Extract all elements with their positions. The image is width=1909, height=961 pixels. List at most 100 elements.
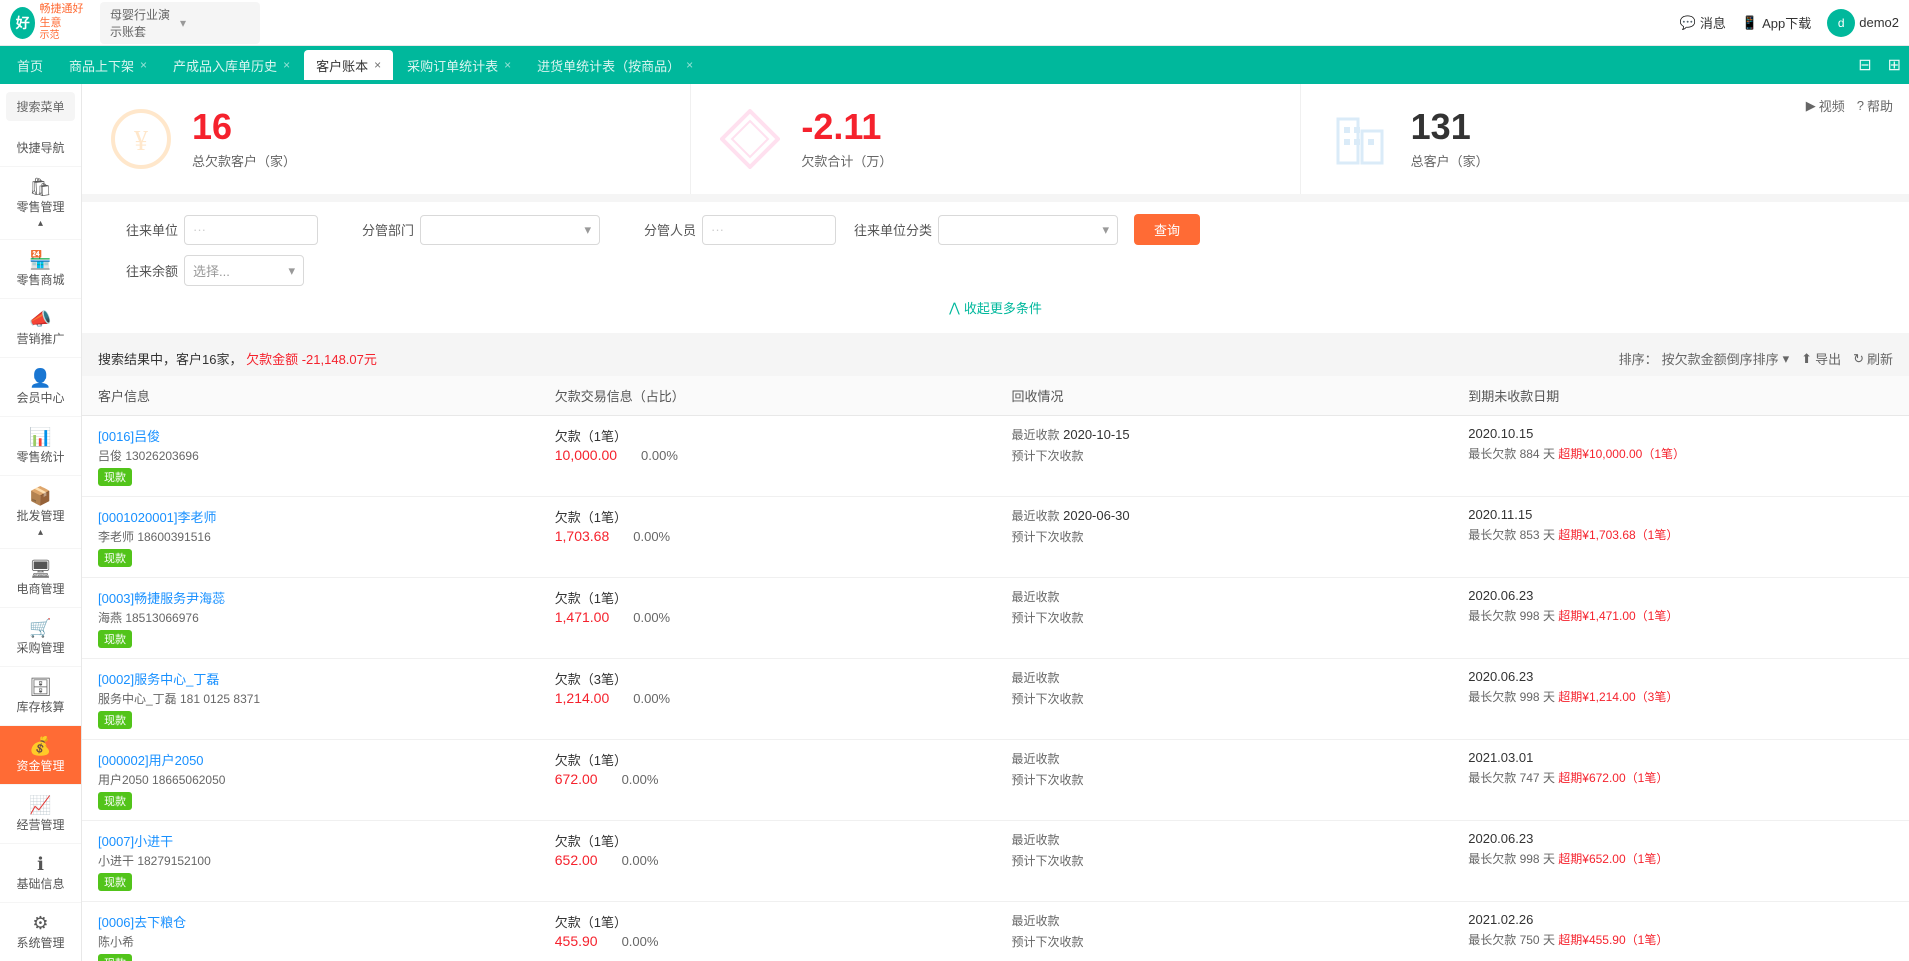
debt-pct-1: 0.00%: [633, 529, 670, 544]
tab-product-status[interactable]: 商品上下架 ×: [57, 50, 159, 80]
overdue-link-6[interactable]: 超期¥455.90（1笔）: [1558, 933, 1668, 947]
customer-name-link-3[interactable]: [0002]服务中心_丁磊: [98, 672, 219, 687]
collapse-filter-btn[interactable]: ⋀ 收起更多条件: [98, 294, 1893, 321]
refresh-btn[interactable]: ↻ 刷新: [1853, 349, 1893, 368]
sidebar-item-retail-mall[interactable]: 🏪 零售商城: [0, 240, 81, 299]
filter-area: 往来单位 ··· 分管部门 ▾ 分管人员 ···: [82, 202, 1909, 333]
message-btn[interactable]: 💬 消息: [1680, 13, 1726, 32]
customer-name-link-5[interactable]: [0007]小进干: [98, 834, 173, 849]
debt-pct-4: 0.00%: [622, 772, 659, 787]
sidebar-item-retail-mgmt[interactable]: 🛍 零售管理 ▴: [0, 167, 81, 240]
tab-product-history[interactable]: 产成品入库单历史 ×: [161, 50, 302, 80]
app-download-btn[interactable]: 📱 App下载: [1742, 13, 1811, 32]
tab-customer-account[interactable]: 客户账本 ×: [304, 50, 393, 80]
table-row: [0001020001]李老师 李老师 18600391516 现款 欠款（1笔…: [82, 497, 1909, 578]
overdue-link-0[interactable]: 超期¥10,000.00（1笔）: [1558, 447, 1685, 461]
overdue-link-2[interactable]: 超期¥1,471.00（1笔）: [1558, 609, 1678, 623]
td-debt-info-1: 欠款（1笔） 1,703.68 0.00%: [539, 497, 996, 577]
td-due-date-1: 2020.11.15 最长欠款 853 天 超期¥1,703.68（1笔）: [1452, 497, 1909, 577]
user-avatar-btn[interactable]: d demo2: [1827, 9, 1899, 37]
sidebar-item-capital[interactable]: 💰 资金管理: [0, 726, 81, 785]
manager-input[interactable]: ···: [702, 215, 836, 245]
tab-home[interactable]: 首页: [5, 50, 55, 80]
sidebar-search: 搜索菜单: [0, 84, 81, 129]
due-date-0: 2020.10.15: [1468, 426, 1893, 441]
table-row: [0006]去下粮仓 陈小希 现款 欠款（1笔） 455.90 0.00% 最近…: [82, 902, 1909, 961]
tab-close-product-history[interactable]: ×: [283, 58, 290, 72]
sort-select[interactable]: 排序： 按欠款金额倒序排序 ▾: [1619, 349, 1790, 368]
debt-amount-3: 1,214.00: [555, 690, 610, 706]
overdue-link-1[interactable]: 超期¥1,703.68（1笔）: [1558, 528, 1678, 542]
sidebar-item-marketing[interactable]: 📣 营销推广: [0, 299, 81, 358]
sidebar-item-retail-stats[interactable]: 📊 零售统计: [0, 417, 81, 476]
tab-close-product-status[interactable]: ×: [140, 58, 147, 72]
debt-amount-1: 1,703.68: [555, 528, 610, 544]
tab-bar: 首页 商品上下架 × 产成品入库单历史 × 客户账本 × 采购订单统计表 × 进…: [0, 46, 1909, 84]
chevron-down-icon: ▾: [1102, 222, 1109, 238]
company-selector[interactable]: 母婴行业演示账套 ▾: [100, 2, 260, 44]
sidebar-item-basic-info[interactable]: ℹ 基础信息: [0, 844, 81, 903]
card-body-debt-customers: 16 总欠款客户（家）: [192, 109, 296, 170]
sidebar-search-btn[interactable]: 搜索菜单: [6, 92, 75, 121]
result-bar: 搜索结果中，客户16家， 欠款金额 -21,148.07元 排序： 按欠款金额倒…: [82, 341, 1909, 376]
balance-select[interactable]: 选择... ▾: [184, 255, 304, 286]
export-btn[interactable]: ⬆ 导出: [1801, 349, 1841, 368]
debt-pct-3: 0.00%: [633, 691, 670, 706]
debt-count-3: 欠款（3笔）: [555, 669, 627, 688]
td-due-date-3: 2020.06.23 最长欠款 998 天 超期¥1,214.00（3笔）: [1452, 659, 1909, 739]
unit-category-label: 往来单位分类: [852, 220, 932, 239]
table-row: [0003]畅捷服务尹海蕊 海燕 18513066976 现款 欠款（1笔） 1…: [82, 578, 1909, 659]
debt-amount-5: 652.00: [555, 852, 598, 868]
sidebar-item-operations[interactable]: 📈 经营管理: [0, 785, 81, 844]
overdue-link-3[interactable]: 超期¥1,214.00（3笔）: [1558, 690, 1678, 704]
video-icon: ▶: [1806, 98, 1816, 114]
tab-close-inventory-stats[interactable]: ×: [686, 58, 693, 72]
td-customer-info-5: [0007]小进干 小进干 18279152100 现款: [82, 821, 539, 901]
td-due-date-6: 2021.02.26 最长欠款 750 天 超期¥455.90（1笔）: [1452, 902, 1909, 961]
tab-inventory-stats[interactable]: 进货单统计表（按商品） ×: [525, 50, 705, 80]
help-icon: ?: [1857, 98, 1864, 113]
result-actions: 排序： 按欠款金额倒序排序 ▾ ⬆ 导出 ↻ 刷新: [1619, 349, 1893, 368]
sidebar-item-quick-nav[interactable]: 快捷导航: [0, 129, 81, 167]
tab-expand-btn[interactable]: ⊞: [1884, 55, 1905, 75]
td-recovery-5: 最近收款 预计下次收款: [996, 821, 1453, 901]
tab-purchase-order[interactable]: 采购订单统计表 ×: [395, 50, 523, 80]
customer-name-link-1[interactable]: [0001020001]李老师: [98, 510, 217, 525]
customer-name-link-6[interactable]: [0006]去下粮仓: [98, 915, 186, 930]
td-debt-info-6: 欠款（1笔） 455.90 0.00%: [539, 902, 996, 961]
logo-area: 好 畅捷通好生意 示范: [10, 3, 92, 41]
tab-close-customer-account[interactable]: ×: [374, 58, 381, 72]
logo-icon: 好: [10, 7, 35, 39]
overdue-link-5[interactable]: 超期¥652.00（1笔）: [1558, 852, 1668, 866]
tab-collapse-btn[interactable]: ⊟: [1854, 55, 1875, 75]
customer-name-link-0[interactable]: [0016]吕俊: [98, 429, 160, 444]
help-btn[interactable]: ? 帮助: [1857, 96, 1893, 115]
debt-amount-6: 455.90: [555, 933, 598, 949]
total-customers-number: 131: [1411, 109, 1489, 145]
customer-name-link-4[interactable]: [000002]用户2050: [98, 753, 204, 768]
customer-type-badge-5: 现款: [98, 873, 132, 891]
sidebar-item-system[interactable]: ⚙ 系统管理: [0, 903, 81, 961]
sidebar-item-ecommerce[interactable]: 🖥 电商管理: [0, 549, 81, 608]
sidebar-item-inventory[interactable]: 🗄 库存核算: [0, 667, 81, 726]
table-row: [000002]用户2050 用户2050 18665062050 现款 欠款（…: [82, 740, 1909, 821]
dept-select[interactable]: ▾: [420, 215, 600, 245]
overdue-link-4[interactable]: 超期¥672.00（1笔）: [1558, 771, 1668, 785]
sidebar-item-member[interactable]: 👤 会员中心: [0, 358, 81, 417]
chevron-down-icon: ▾: [288, 263, 295, 279]
customer-type-badge-3: 现款: [98, 711, 132, 729]
sidebar: 搜索菜单 快捷导航 🛍 零售管理 ▴ 🏪 零售商城 📣 营销推广 👤 会员中心 …: [0, 84, 82, 961]
source-unit-input[interactable]: ···: [184, 215, 318, 245]
customer-type-badge-6: 现款: [98, 954, 132, 961]
video-help-btn[interactable]: ▶ 视频: [1806, 96, 1845, 115]
search-button[interactable]: 查询: [1134, 214, 1200, 245]
td-customer-info-4: [000002]用户2050 用户2050 18665062050 现款: [82, 740, 539, 820]
td-debt-info-0: 欠款（1笔） 10,000.00 0.00%: [539, 416, 996, 496]
sidebar-item-purchase[interactable]: 🛒 采购管理: [0, 608, 81, 667]
tab-close-purchase-order[interactable]: ×: [504, 58, 511, 72]
data-table: 客户信息 欠款交易信息（占比） 回收情况 到期未收款日期 [0016]吕俊 吕俊…: [82, 376, 1909, 961]
customer-name-link-2[interactable]: [0003]畅捷服务尹海蕊: [98, 591, 225, 606]
unit-category-select[interactable]: ▾: [938, 215, 1118, 245]
sidebar-item-batch-mgmt[interactable]: 📦 批发管理 ▴: [0, 476, 81, 549]
td-recovery-2: 最近收款 预计下次收款: [996, 578, 1453, 658]
